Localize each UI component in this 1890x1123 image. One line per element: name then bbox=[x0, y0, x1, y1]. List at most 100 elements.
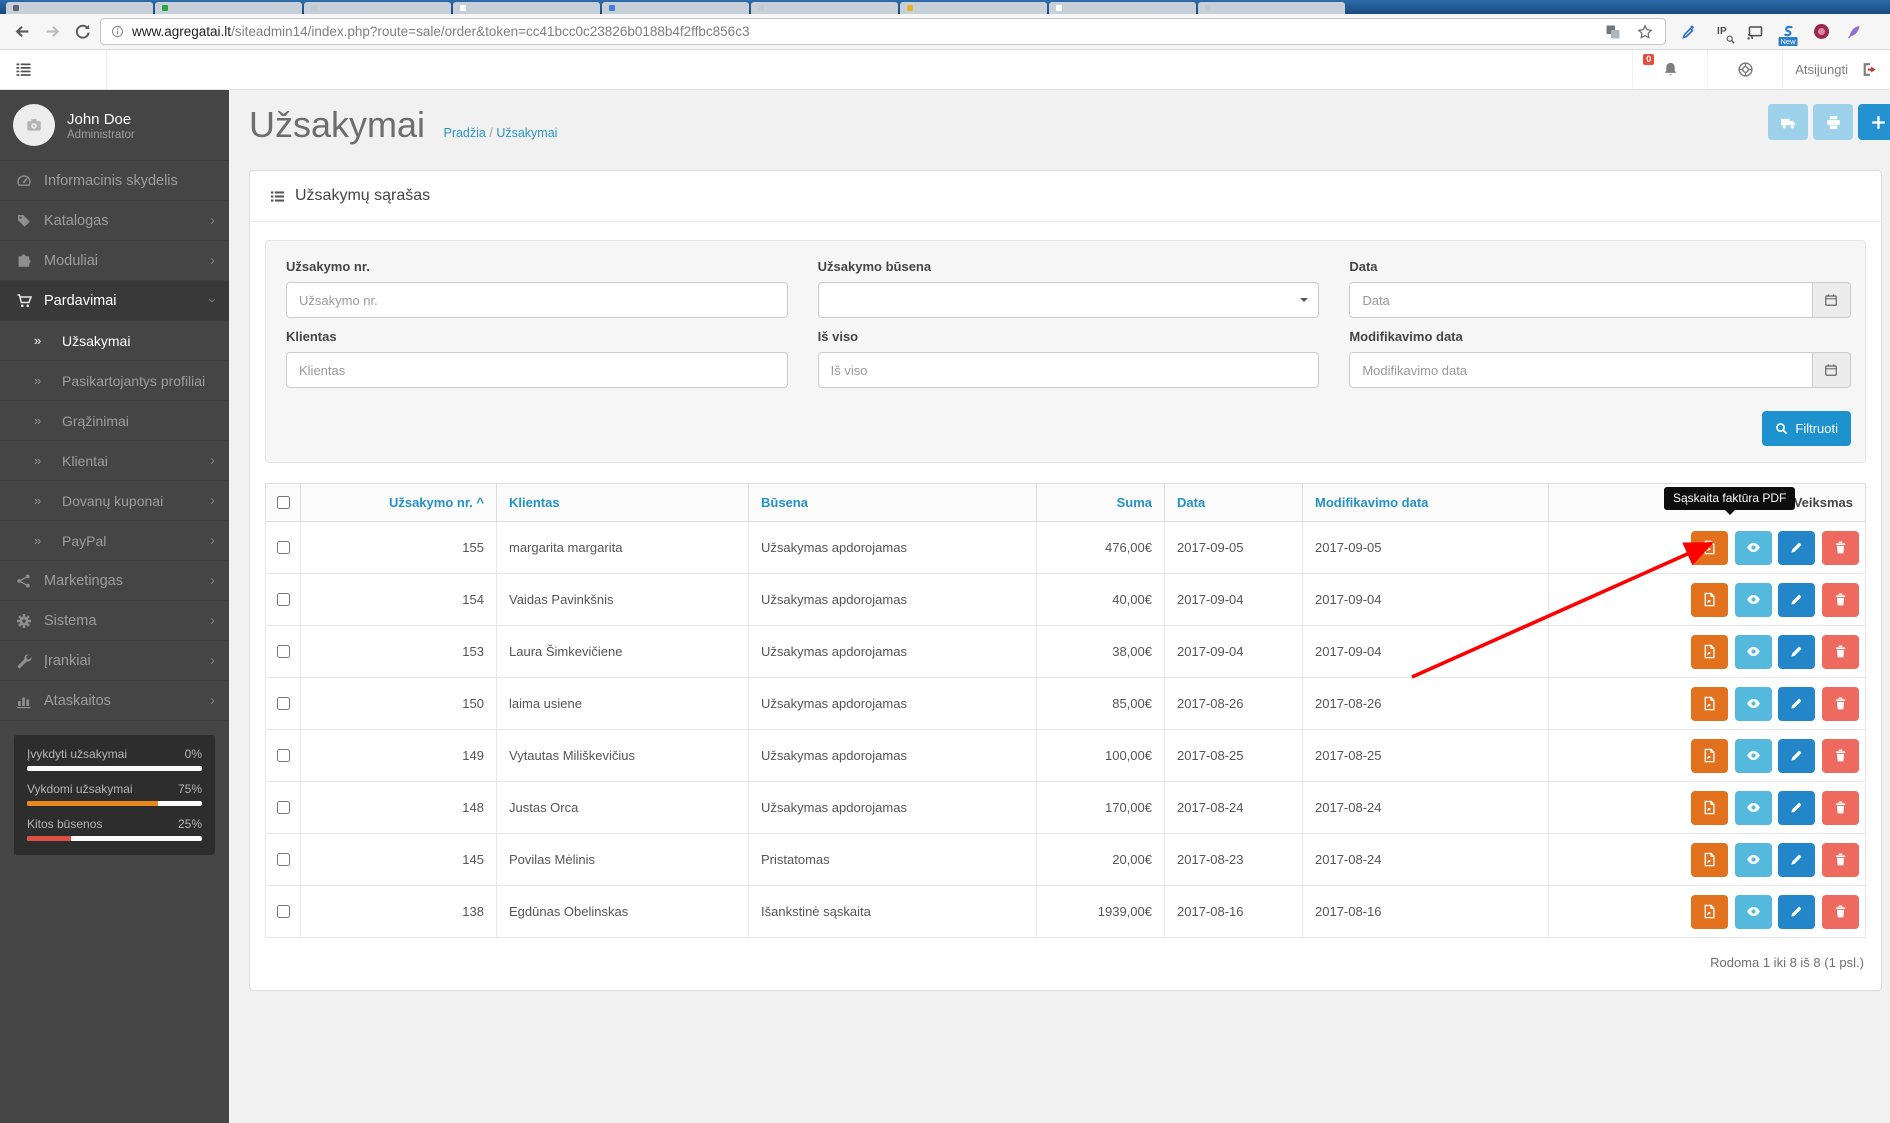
bookmark-star-icon[interactable] bbox=[1635, 22, 1655, 42]
edit-button[interactable] bbox=[1778, 530, 1816, 565]
row-checkbox[interactable] bbox=[277, 853, 290, 866]
edit-button[interactable] bbox=[1778, 686, 1816, 721]
view-button[interactable] bbox=[1734, 582, 1772, 617]
view-button[interactable] bbox=[1734, 530, 1772, 565]
browser-tab[interactable] bbox=[155, 2, 302, 14]
filter-button[interactable]: Filtruoti bbox=[1762, 411, 1851, 446]
row-checkbox[interactable] bbox=[277, 697, 290, 710]
invoice-pdf-button[interactable] bbox=[1691, 790, 1729, 825]
delete-button[interactable] bbox=[1822, 634, 1859, 669]
edit-button[interactable] bbox=[1778, 582, 1816, 617]
delete-button[interactable] bbox=[1822, 790, 1859, 825]
row-checkbox[interactable] bbox=[277, 749, 290, 762]
edit-button[interactable] bbox=[1778, 790, 1816, 825]
order-no-input[interactable] bbox=[286, 282, 788, 318]
user-profile[interactable]: John Doe Administrator bbox=[0, 90, 229, 161]
column-customer[interactable]: Klientas bbox=[496, 483, 749, 522]
sidebar-item-sistema[interactable]: Sistema › bbox=[0, 601, 229, 641]
invoice-pdf-button[interactable] bbox=[1691, 842, 1729, 877]
forward-button[interactable] bbox=[40, 20, 64, 44]
view-button[interactable] bbox=[1734, 686, 1772, 721]
sidebar-toggle-button[interactable] bbox=[0, 50, 46, 89]
edit-button[interactable] bbox=[1778, 738, 1816, 773]
sidebar-item-katalogas[interactable]: Katalogas › bbox=[0, 201, 229, 241]
row-checkbox[interactable] bbox=[277, 541, 290, 554]
delete-button[interactable] bbox=[1822, 686, 1859, 721]
row-checkbox[interactable] bbox=[277, 645, 290, 658]
browser-tab[interactable] bbox=[602, 2, 749, 14]
reload-button[interactable] bbox=[70, 20, 94, 44]
feather-extension-icon[interactable] bbox=[1844, 22, 1864, 42]
invoice-pdf-button[interactable] bbox=[1691, 582, 1729, 617]
date-input[interactable] bbox=[1349, 282, 1813, 318]
sidebar-subitem-klientai[interactable]: » Klientai › bbox=[0, 441, 229, 481]
date-calendar-button[interactable] bbox=[1812, 282, 1851, 318]
sidebar-subitem-pasikartojantys-profiliai[interactable]: » Pasikartojantys profiliai bbox=[0, 361, 229, 401]
browser-tab[interactable] bbox=[751, 2, 898, 14]
sidebar-subitem-paypal[interactable]: » PayPal › bbox=[0, 521, 229, 561]
sidebar-item-marketingas[interactable]: Marketingas › bbox=[0, 561, 229, 601]
sidebar-item-ataskaitos[interactable]: Ataskaitos › bbox=[0, 681, 229, 721]
row-checkbox[interactable] bbox=[277, 801, 290, 814]
invoice-pdf-button[interactable] bbox=[1691, 530, 1729, 565]
sidebar-item-moduliai[interactable]: Moduliai › bbox=[0, 241, 229, 281]
column-order-no[interactable]: Užsakymo nr. ^ bbox=[300, 483, 497, 522]
breadcrumb-current-link[interactable]: Užsakymai bbox=[496, 126, 557, 140]
invoice-print-button[interactable] bbox=[1813, 104, 1853, 140]
column-date[interactable]: Data bbox=[1164, 483, 1303, 522]
sidebar-subitem-dovanu-kuponai[interactable]: » Dovanų kuponai › bbox=[0, 481, 229, 521]
row-checkbox[interactable] bbox=[277, 593, 290, 606]
browser-tab[interactable] bbox=[6, 2, 153, 14]
ip-lookup-extension-icon[interactable]: IP bbox=[1712, 22, 1735, 44]
column-status[interactable]: Būsena bbox=[748, 483, 1037, 522]
sidebar-item-pardavimai[interactable]: Pardavimai › bbox=[0, 281, 229, 321]
modified-date-input[interactable] bbox=[1349, 352, 1813, 388]
order-status-select[interactable] bbox=[817, 282, 1320, 318]
delete-button[interactable] bbox=[1822, 842, 1859, 877]
modified-calendar-button[interactable] bbox=[1812, 352, 1851, 388]
shipping-list-button[interactable] bbox=[1768, 104, 1808, 140]
invoice-pdf-button[interactable] bbox=[1691, 634, 1729, 669]
browser-tab[interactable] bbox=[1198, 2, 1345, 14]
eyedropper-extension-icon[interactable] bbox=[1679, 22, 1699, 42]
sidebar-subitem-grazinimai[interactable]: » Grąžinimai bbox=[0, 401, 229, 441]
invoice-pdf-button[interactable] bbox=[1691, 738, 1729, 773]
delete-button[interactable] bbox=[1822, 738, 1859, 773]
notifications-button[interactable]: 0 bbox=[1632, 50, 1707, 89]
edit-button[interactable] bbox=[1778, 842, 1816, 877]
browser-tab[interactable] bbox=[453, 2, 600, 14]
sidebar-item-irankiai[interactable]: Įrankiai › bbox=[0, 641, 229, 681]
browser-tab[interactable] bbox=[900, 2, 1047, 14]
colorzilla-extension-icon[interactable] bbox=[1811, 22, 1831, 42]
delete-button[interactable] bbox=[1822, 582, 1859, 617]
s-logo-extension-icon[interactable]: New bbox=[1778, 22, 1798, 46]
logout-button[interactable]: Atsijungti bbox=[1782, 50, 1890, 89]
add-order-button[interactable] bbox=[1858, 104, 1890, 140]
breadcrumb-home-link[interactable]: Pradžia bbox=[443, 126, 485, 140]
view-button[interactable] bbox=[1734, 790, 1772, 825]
invoice-pdf-button[interactable] bbox=[1691, 894, 1729, 929]
column-modified[interactable]: Modifikavimo data bbox=[1302, 483, 1549, 522]
translate-icon[interactable] bbox=[1603, 22, 1623, 42]
delete-button[interactable] bbox=[1822, 530, 1859, 565]
view-button[interactable] bbox=[1734, 738, 1772, 773]
customer-input[interactable] bbox=[286, 352, 788, 388]
edit-button[interactable] bbox=[1778, 634, 1816, 669]
sidebar-item-informacinis-skydelis[interactable]: Informacinis skydelis bbox=[0, 161, 229, 201]
view-button[interactable] bbox=[1734, 842, 1772, 877]
view-button[interactable] bbox=[1734, 634, 1772, 669]
column-total[interactable]: Suma bbox=[1036, 483, 1165, 522]
edit-button[interactable] bbox=[1778, 894, 1816, 929]
sidebar-subitem-uzsakymai[interactable]: » Užsakymai bbox=[0, 321, 229, 361]
invoice-pdf-button[interactable] bbox=[1691, 686, 1729, 721]
back-button[interactable] bbox=[10, 20, 34, 44]
delete-button[interactable] bbox=[1822, 894, 1859, 929]
total-input[interactable] bbox=[817, 352, 1320, 388]
view-button[interactable] bbox=[1734, 894, 1772, 929]
support-button[interactable] bbox=[1707, 50, 1782, 89]
address-bar[interactable]: www.agregatai.lt/siteadmin14/index.php?r… bbox=[100, 18, 1666, 45]
browser-tab[interactable] bbox=[1049, 2, 1196, 14]
row-checkbox[interactable] bbox=[277, 905, 290, 918]
browser-tab[interactable] bbox=[304, 2, 451, 14]
select-all-checkbox[interactable] bbox=[277, 496, 290, 509]
